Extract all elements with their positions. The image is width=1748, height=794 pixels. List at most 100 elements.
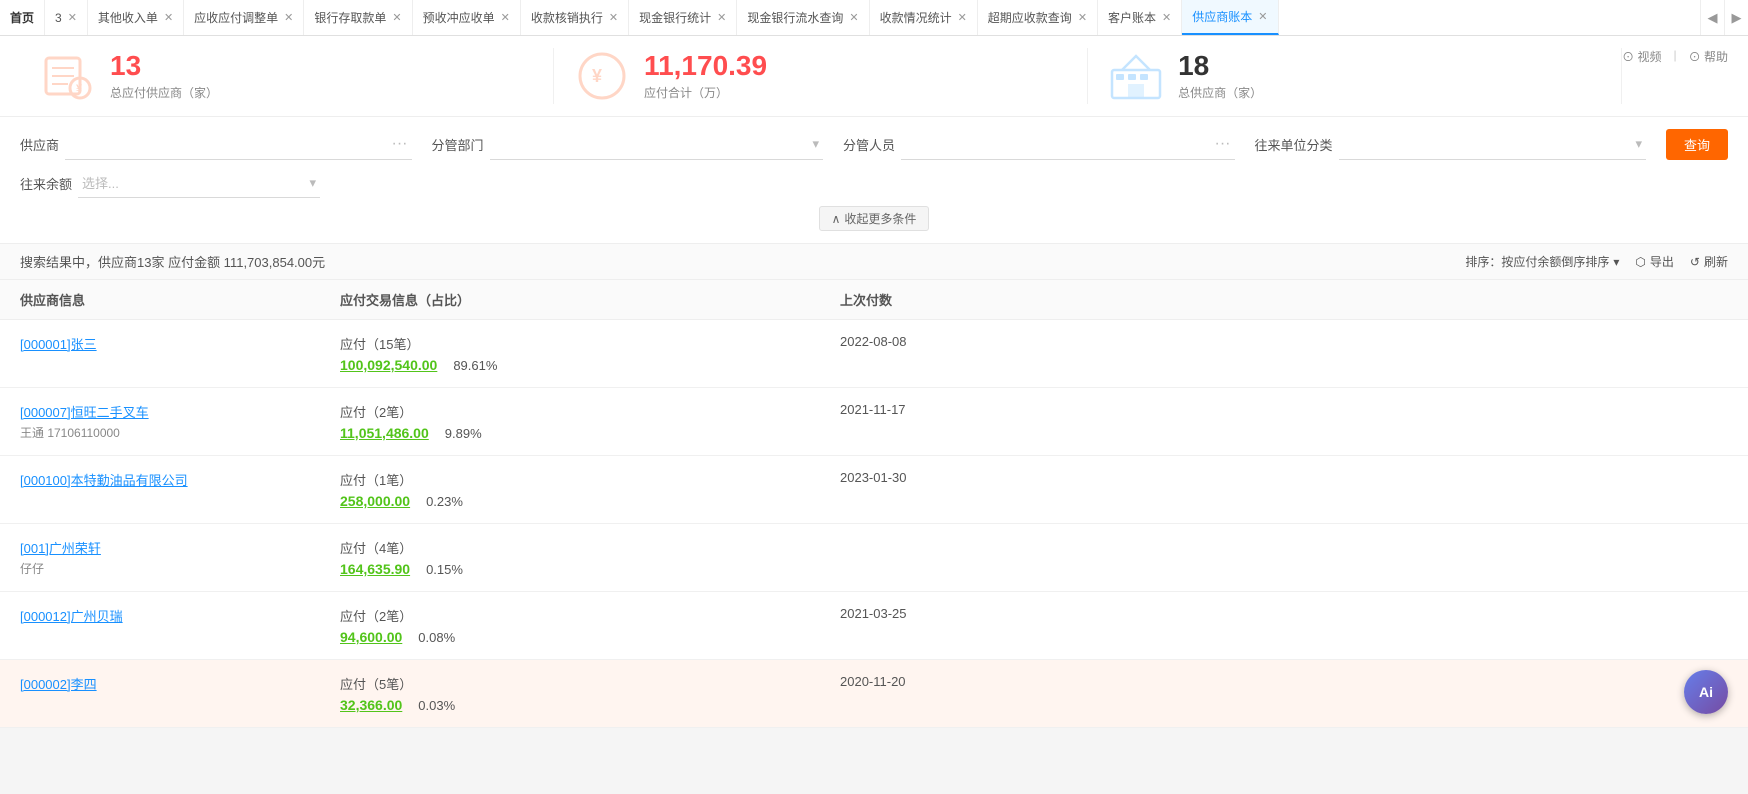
nav-tab-cash-bank-stat[interactable]: 现金银行统计 ✕ xyxy=(629,0,737,35)
nav-arrow-right[interactable]: ▶ xyxy=(1724,0,1748,36)
filter-supplier-input[interactable] xyxy=(69,129,392,159)
transaction-row: 11,051,486.00 9.89% xyxy=(340,425,840,441)
nav-tab-overdue-ar-label: 超期应收款查询 xyxy=(988,9,1072,26)
supplier-link[interactable]: [000001]张三 xyxy=(20,337,97,352)
nav-tab-bank-deposit-close[interactable]: ✕ xyxy=(392,11,401,24)
collapse-button-label: 收起更多条件 xyxy=(844,210,916,227)
supplier-cell: [001]广州荣轩 仔仔 xyxy=(20,538,340,577)
nav-tab-other-income-close[interactable]: ✕ xyxy=(164,11,173,24)
filter-balance: 往来余额 选择... ▾ xyxy=(20,168,320,198)
help-text-link[interactable]: ⊙ 帮助 xyxy=(1689,48,1728,65)
nav-arrow-left[interactable]: ◀ xyxy=(1700,0,1724,36)
nav-tab-cash-bank-flow[interactable]: 现金银行流水查询 ✕ xyxy=(737,0,869,35)
supplier-link[interactable]: [000100]本特勤油品有限公司 xyxy=(20,473,188,488)
query-button[interactable]: 查询 xyxy=(1666,129,1728,160)
transaction-pct: 89.61% xyxy=(453,358,497,373)
transaction-count: 应付（15笔） xyxy=(340,334,840,353)
transaction-amount[interactable]: 32,366.00 xyxy=(340,697,402,713)
supplier-link[interactable]: [000007]恒旺二手叉车 xyxy=(20,405,149,420)
stat-number-total-supplier: 18 xyxy=(1178,52,1262,80)
filter-person-label: 分管人员 xyxy=(843,135,895,154)
nav-tab-home[interactable]: 首页 xyxy=(0,0,45,35)
collapse-button[interactable]: ∧ 收起更多条件 xyxy=(819,206,930,231)
ai-badge[interactable]: Ai xyxy=(1684,670,1728,714)
stat-number-supplier-payable: 13 xyxy=(110,52,218,80)
nav-tab-other-income[interactable]: 其他收入单 ✕ xyxy=(88,0,184,35)
stat-block-supplier-payable: ¥ 13 总应付供应商（家） xyxy=(20,48,554,104)
filter-person-dots[interactable]: ··· xyxy=(1215,135,1231,153)
transaction-row: 258,000.00 0.23% xyxy=(340,493,840,509)
col-header-transaction: 应付交易信息（占比） xyxy=(340,290,840,309)
transaction-row: 94,600.00 0.08% xyxy=(340,629,840,645)
nav-tab-bank-deposit[interactable]: 银行存取款单 ✕ xyxy=(304,0,412,35)
export-icon: ⬡ xyxy=(1635,255,1645,269)
nav-arrows: ◀ ▶ xyxy=(1700,0,1748,36)
col-header-last-pay: 上次付数 xyxy=(840,290,1728,309)
svg-text:¥: ¥ xyxy=(592,66,602,86)
stat-label-supplier-payable: 总应付供应商（家） xyxy=(110,84,218,101)
export-label: 导出 xyxy=(1650,253,1674,270)
last-pay-cell: 2021-11-17 xyxy=(840,402,1728,417)
transaction-pct: 0.03% xyxy=(418,698,455,713)
transaction-amount[interactable]: 11,051,486.00 xyxy=(340,425,429,441)
stat-label-payable-total: 应付合计（万） xyxy=(644,84,767,101)
refresh-button[interactable]: ↺ 刷新 xyxy=(1690,253,1728,270)
filter-row-1: 供应商 ··· 分管部门 ▾ 分管人员 ··· 往来单位分类 ▾ xyxy=(20,129,1728,160)
nav-tab-bank-deposit-label: 银行存取款单 xyxy=(314,9,386,26)
nav-tab-supplier-book-close[interactable]: ✕ xyxy=(1258,10,1267,23)
nav-tab-3[interactable]: 3 ✕ xyxy=(45,0,88,35)
nav-tab-customer-book-close[interactable]: ✕ xyxy=(1162,11,1171,24)
nav-tab-customer-book[interactable]: 客户账本 ✕ xyxy=(1098,0,1182,35)
stat-block-payable-total: ¥ 11,170.39 应付合计（万） xyxy=(554,48,1088,104)
nav-tab-other-income-label: 其他收入单 xyxy=(98,9,158,26)
table-row: [001]广州荣轩 仔仔 应付（4笔） 164,635.90 0.15% xyxy=(0,524,1748,592)
filter-dept-select[interactable]: ▾ xyxy=(490,130,823,160)
result-bar: 搜索结果中，供应商13家 应付金额 111,703,854.00元 排序：按应付… xyxy=(0,244,1748,280)
filter-person-input-wrap: ··· xyxy=(901,130,1234,160)
filter-supplier-dots[interactable]: ··· xyxy=(392,135,408,153)
export-button[interactable]: ⬡ 导出 xyxy=(1635,253,1674,270)
nav-tab-collect-verify-close[interactable]: ✕ xyxy=(609,11,618,24)
nav-tab-3-close[interactable]: ✕ xyxy=(68,11,77,24)
nav-tab-ar-ap-adjust-close[interactable]: ✕ xyxy=(284,11,293,24)
col-header-supplier: 供应商信息 xyxy=(20,290,340,309)
filter-balance-value: 选择... xyxy=(82,173,119,192)
result-actions: 排序：按应付余额倒序排序 ▾ ⬡ 导出 ↺ 刷新 xyxy=(1465,253,1728,270)
table-row: [000012]广州贝瑞 应付（2笔） 94,600.00 0.08% 2021… xyxy=(0,592,1748,660)
nav-tab-prepay-close[interactable]: ✕ xyxy=(501,11,510,24)
nav-tab-collect-verify[interactable]: 收款核销执行 ✕ xyxy=(521,0,629,35)
nav-tab-collect-stat-close[interactable]: ✕ xyxy=(958,11,967,24)
supplier-link[interactable]: [000012]广州贝瑞 xyxy=(20,609,123,624)
filter-balance-select[interactable]: 选择... ▾ xyxy=(78,168,320,198)
supplier-link[interactable]: [000002]李四 xyxy=(20,677,97,692)
nav-tab-overdue-ar[interactable]: 超期应收款查询 ✕ xyxy=(978,0,1098,35)
ai-badge-label: Ai xyxy=(1699,684,1713,700)
last-pay-cell: 2020-11-20 xyxy=(840,674,1728,689)
transaction-cell: 应付（15笔） 100,092,540.00 89.61% xyxy=(340,334,840,373)
result-sort[interactable]: 排序：按应付余额倒序排序 ▾ xyxy=(1465,253,1619,270)
nav-tab-supplier-book[interactable]: 供应商账本 ✕ xyxy=(1182,0,1278,35)
result-summary: 搜索结果中，供应商13家 应付金额 111,703,854.00元 xyxy=(20,252,325,271)
transaction-row: 32,366.00 0.03% xyxy=(340,697,840,713)
help-video-link[interactable]: ⊙ 视频 xyxy=(1622,48,1661,65)
transaction-amount[interactable]: 258,000.00 xyxy=(340,493,410,509)
transaction-amount[interactable]: 94,600.00 xyxy=(340,629,402,645)
transaction-amount[interactable]: 164,635.90 xyxy=(340,561,410,577)
nav-tab-collect-stat[interactable]: 收款情况统计 ✕ xyxy=(870,0,978,35)
filter-supplier-label: 供应商 xyxy=(20,135,59,154)
last-pay-date: 2021-11-17 xyxy=(840,402,906,417)
nav-tab-prepay[interactable]: 预收冲应收单 ✕ xyxy=(413,0,521,35)
filter-person-input[interactable] xyxy=(905,129,1215,159)
table-header: 供应商信息 应付交易信息（占比） 上次付数 xyxy=(0,280,1748,320)
collapse-up-icon: ∧ xyxy=(832,212,841,226)
svg-text:¥: ¥ xyxy=(76,83,83,95)
filter-dept-label: 分管部门 xyxy=(432,135,484,154)
supplier-cell: [000002]李四 xyxy=(20,674,340,693)
transaction-amount[interactable]: 100,092,540.00 xyxy=(340,357,437,373)
nav-tab-cash-bank-stat-close[interactable]: ✕ xyxy=(717,11,726,24)
nav-tab-ar-ap-adjust[interactable]: 应收应付调整单 ✕ xyxy=(184,0,304,35)
nav-tab-cash-bank-flow-close[interactable]: ✕ xyxy=(849,11,858,24)
supplier-link[interactable]: [001]广州荣轩 xyxy=(20,541,101,556)
nav-tab-overdue-ar-close[interactable]: ✕ xyxy=(1078,11,1087,24)
filter-category-select[interactable]: ▾ xyxy=(1339,130,1646,160)
